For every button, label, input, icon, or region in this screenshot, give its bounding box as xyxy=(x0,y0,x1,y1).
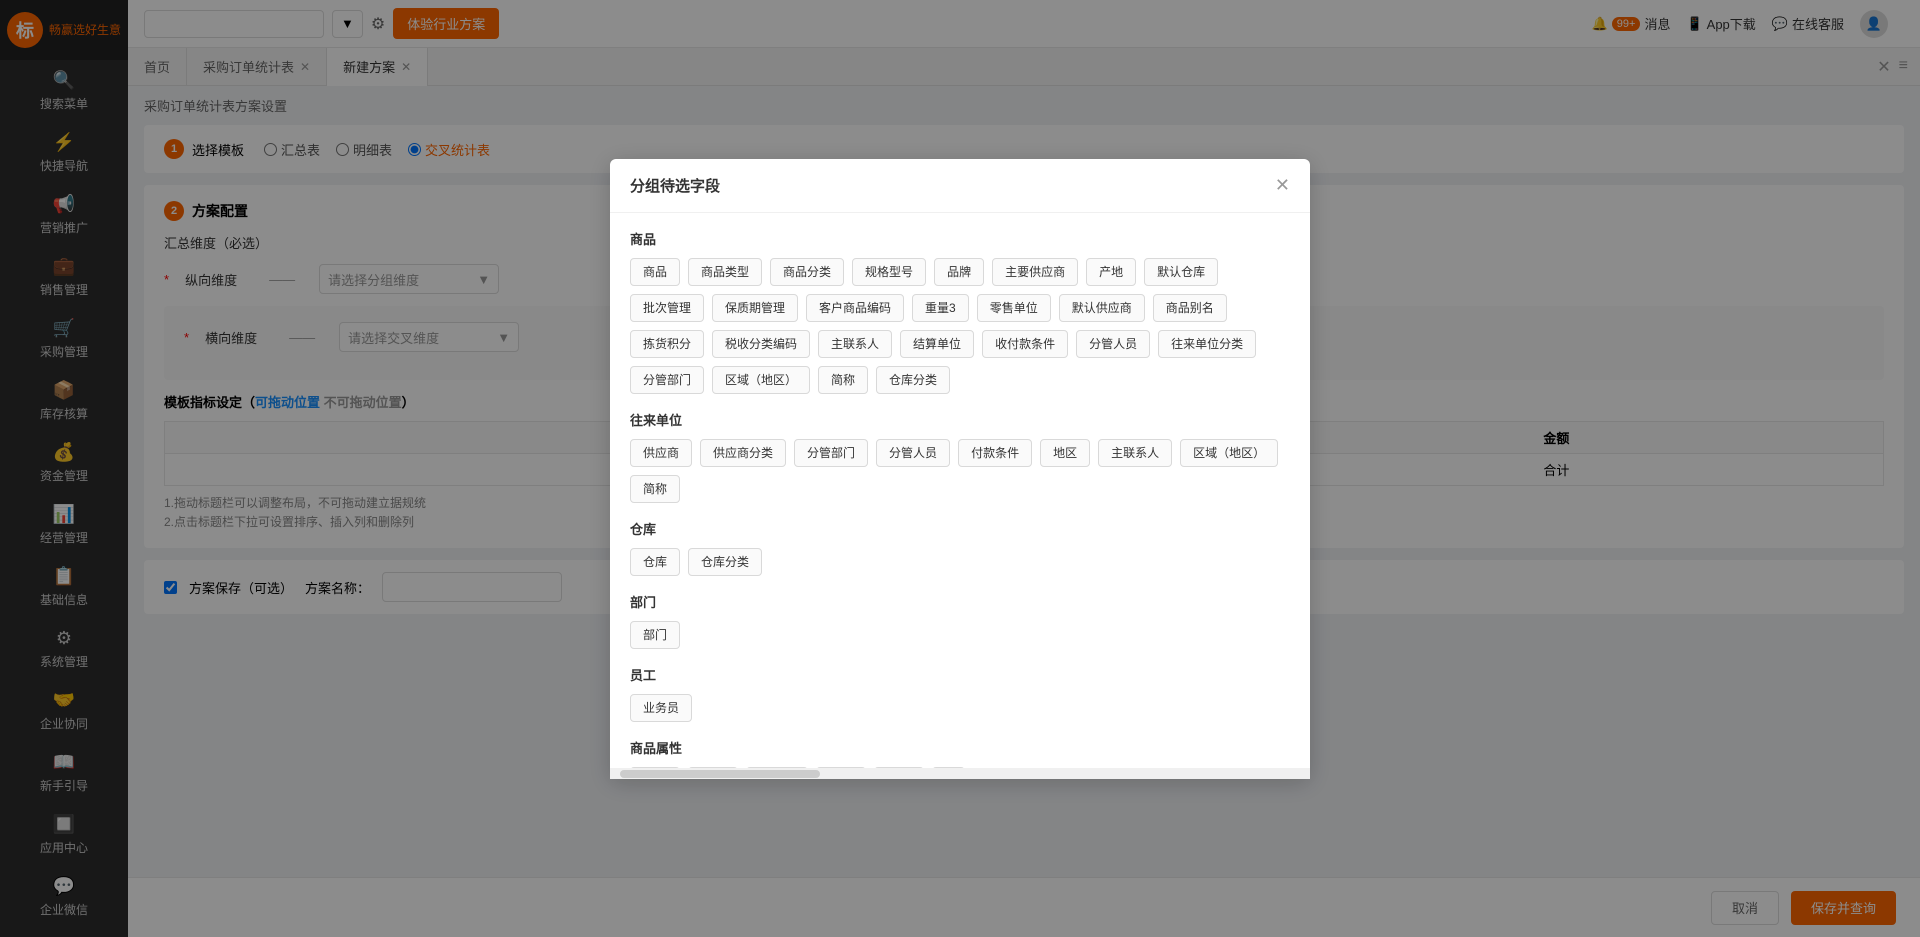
field-chip-partner-1[interactable]: 供应商分类 xyxy=(700,439,786,467)
field-chip-goods-25[interactable]: 仓库分类 xyxy=(876,366,950,394)
field-chip-goods-11[interactable]: 重量3 xyxy=(912,294,969,322)
field-chip-goods-19[interactable]: 收付款条件 xyxy=(982,330,1068,358)
field-section-title-product_attr: 商品属性 xyxy=(630,738,1290,757)
field-chip-goods-6[interactable]: 产地 xyxy=(1086,258,1136,286)
dialog-body: 商品商品商品类型商品分类规格型号品牌主要供应商产地默认仓库批次管理保质期管理客户… xyxy=(610,213,1310,768)
field-section-department: 部门部门 xyxy=(630,592,1290,649)
field-chips-department: 部门 xyxy=(630,621,1290,649)
field-chip-goods-0[interactable]: 商品 xyxy=(630,258,680,286)
field-chip-partner-0[interactable]: 供应商 xyxy=(630,439,692,467)
field-section-title-department: 部门 xyxy=(630,592,1290,611)
field-chip-partner-3[interactable]: 分管人员 xyxy=(876,439,950,467)
field-chip-partner-2[interactable]: 分管部门 xyxy=(794,439,868,467)
field-chip-goods-18[interactable]: 结算单位 xyxy=(900,330,974,358)
field-section-title-warehouse: 仓库 xyxy=(630,519,1290,538)
field-chip-goods-15[interactable]: 拣货积分 xyxy=(630,330,704,358)
field-chip-goods-7[interactable]: 默认仓库 xyxy=(1144,258,1218,286)
field-chip-goods-1[interactable]: 商品类型 xyxy=(688,258,762,286)
field-chip-warehouse-1[interactable]: 仓库分类 xyxy=(688,548,762,576)
field-chip-goods-8[interactable]: 批次管理 xyxy=(630,294,704,322)
field-chip-department-0[interactable]: 部门 xyxy=(630,621,680,649)
field-section-title-goods: 商品 xyxy=(630,229,1290,248)
field-section-title-employee: 员工 xyxy=(630,665,1290,684)
field-chip-partner-8[interactable]: 简称 xyxy=(630,475,680,503)
dialog-title: 分组待选字段 xyxy=(630,175,720,196)
field-chip-goods-23[interactable]: 区域（地区） xyxy=(712,366,810,394)
field-chip-goods-13[interactable]: 默认供应商 xyxy=(1059,294,1145,322)
field-chips-employee: 业务员 xyxy=(630,694,1290,722)
field-chip-goods-10[interactable]: 客户商品编码 xyxy=(806,294,904,322)
field-chip-goods-14[interactable]: 商品别名 xyxy=(1153,294,1227,322)
close-icon[interactable]: ✕ xyxy=(1275,176,1290,194)
field-section-warehouse: 仓库仓库仓库分类 xyxy=(630,519,1290,576)
field-chip-goods-21[interactable]: 往来单位分类 xyxy=(1158,330,1256,358)
field-section-title-partner: 往来单位 xyxy=(630,410,1290,429)
field-chip-goods-22[interactable]: 分管部门 xyxy=(630,366,704,394)
hscroll-thumb xyxy=(620,770,820,778)
dialog-header: 分组待选字段 ✕ xyxy=(610,159,1310,213)
field-chips-partner: 供应商供应商分类分管部门分管人员付款条件地区主联系人区域（地区） 简称 xyxy=(630,439,1290,503)
field-section-partner: 往来单位供应商供应商分类分管部门分管人员付款条件地区主联系人区域（地区） 简称 xyxy=(630,410,1290,503)
field-chips-warehouse: 仓库仓库分类 xyxy=(630,548,1290,576)
field-chip-warehouse-0[interactable]: 仓库 xyxy=(630,548,680,576)
field-chip-partner-4[interactable]: 付款条件 xyxy=(958,439,1032,467)
field-chip-goods-4[interactable]: 品牌 xyxy=(934,258,984,286)
field-chips-goods: 商品商品类型商品分类规格型号品牌主要供应商产地默认仓库批次管理保质期管理客户商品… xyxy=(630,258,1290,394)
field-chip-partner-5[interactable]: 地区 xyxy=(1040,439,1090,467)
dialog-hscroll[interactable] xyxy=(610,768,1310,779)
field-chip-goods-3[interactable]: 规格型号 xyxy=(852,258,926,286)
field-section-goods: 商品商品商品类型商品分类规格型号品牌主要供应商产地默认仓库批次管理保质期管理客户… xyxy=(630,229,1290,394)
field-chip-goods-20[interactable]: 分管人员 xyxy=(1076,330,1150,358)
field-section-product_attr: 商品属性属性颜色多规格尺码鞋码1 xyxy=(630,738,1290,768)
field-chip-goods-12[interactable]: 零售单位 xyxy=(977,294,1051,322)
field-section-employee: 员工业务员 xyxy=(630,665,1290,722)
field-chip-goods-2[interactable]: 商品分类 xyxy=(770,258,844,286)
field-chip-goods-16[interactable]: 税收分类编码 xyxy=(712,330,810,358)
field-chip-goods-9[interactable]: 保质期管理 xyxy=(712,294,798,322)
field-chip-partner-7[interactable]: 区域（地区） xyxy=(1180,439,1278,467)
field-chip-goods-5[interactable]: 主要供应商 xyxy=(992,258,1078,286)
field-chip-goods-17[interactable]: 主联系人 xyxy=(818,330,892,358)
dialog: 分组待选字段 ✕ 商品商品商品类型商品分类规格型号品牌主要供应商产地默认仓库批次… xyxy=(610,159,1310,779)
field-chip-partner-6[interactable]: 主联系人 xyxy=(1098,439,1172,467)
field-chip-employee-0[interactable]: 业务员 xyxy=(630,694,692,722)
field-chip-goods-24[interactable]: 简称 xyxy=(818,366,868,394)
